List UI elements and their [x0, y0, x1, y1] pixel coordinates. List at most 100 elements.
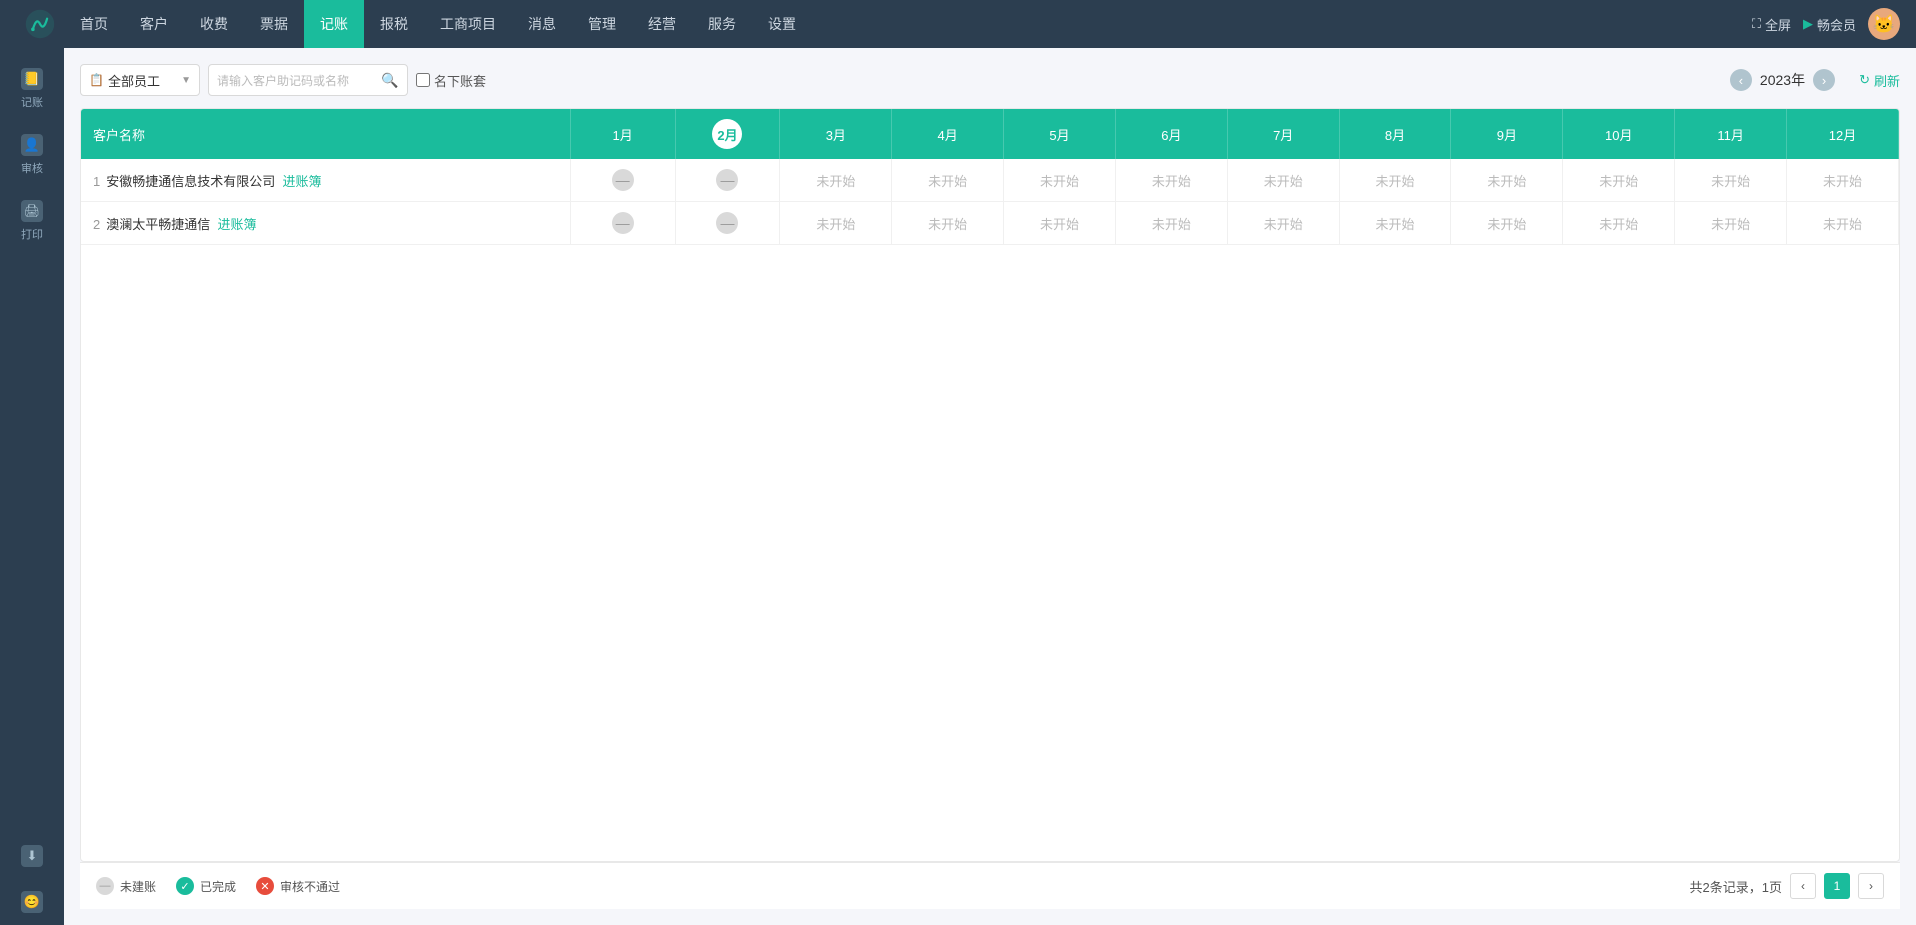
vip-icon: ▶ — [1803, 16, 1813, 32]
status-not-started: 未开始 — [1264, 174, 1303, 189]
nav-item-home[interactable]: 首页 — [64, 0, 124, 48]
row-2-month-5: 未开始 — [1004, 202, 1116, 245]
status-not-started: 未开始 — [1487, 217, 1526, 232]
col-customer: 客户名称 — [81, 109, 570, 159]
row-num: 1 — [93, 174, 100, 189]
nav-item-invoice[interactable]: 票据 — [244, 0, 304, 48]
col-month-9: 9月 — [1451, 109, 1563, 159]
support-icon: 😊 — [21, 891, 43, 913]
nav-item-service[interactable]: 服务 — [692, 0, 752, 48]
my-accounts-checkbox[interactable] — [416, 73, 430, 87]
nav-item-operation[interactable]: 经营 — [632, 0, 692, 48]
nav-item-billing[interactable]: 收费 — [184, 0, 244, 48]
vip-button[interactable]: ▶ 畅会员 — [1803, 15, 1856, 34]
footer-bar: — 未建账 ✓ 已完成 ✕ 审核不通过 共2条记录，1页 ‹ 1 › — [80, 862, 1900, 909]
content-area: 📋 全部员工 ▼ 🔍 名下账套 ‹ 2023年 › ↻ 刷新 — [64, 48, 1916, 925]
print-icon: 🖨 — [21, 200, 43, 222]
col-month-12: 12月 — [1787, 109, 1899, 159]
status-not-started: 未开始 — [1711, 174, 1750, 189]
sidebar-item-download[interactable]: ⬇ — [4, 835, 60, 877]
nav-item-message[interactable]: 消息 — [512, 0, 572, 48]
row-2-month-8: 未开始 — [1339, 202, 1451, 245]
refresh-button[interactable]: ↻ 刷新 — [1859, 71, 1900, 90]
completed-dot: ✓ — [176, 877, 194, 895]
page-next-button[interactable]: › — [1858, 873, 1884, 899]
footer-pagination: 共2条记录，1页 ‹ 1 › — [1690, 873, 1884, 899]
row-1-month-3: 未开始 — [780, 159, 892, 202]
page-prev-button[interactable]: ‹ — [1790, 873, 1816, 899]
year-next-button[interactable]: › — [1813, 69, 1835, 91]
filter-bar: 📋 全部员工 ▼ 🔍 名下账套 ‹ 2023年 › ↻ 刷新 — [80, 64, 1900, 96]
employee-filter-label: 全部员工 — [108, 71, 177, 90]
page-1-button[interactable]: 1 — [1824, 873, 1850, 899]
nav-item-business[interactable]: 工商项目 — [424, 0, 512, 48]
enter-ledger-link[interactable]: 进账簿 — [282, 174, 321, 189]
row-2-month-12: 未开始 — [1787, 202, 1899, 245]
status-not-started: 未开始 — [1152, 217, 1191, 232]
data-table: 客户名称1月2月3月4月5月6月7月8月9月10月11月12月 1安徽畅捷通信息… — [80, 108, 1900, 862]
status-not-started: 未开始 — [1487, 174, 1526, 189]
row-2-customer: 2澳澜太平畅捷通信 进账簿 — [81, 202, 570, 245]
legend-not-built: — 未建账 — [96, 877, 156, 895]
status-not-started: 未开始 — [1823, 174, 1862, 189]
row-1-customer: 1安徽畅捷通信息技术有限公司 进账簿 — [81, 159, 570, 202]
col-month-1: 1月 — [570, 109, 675, 159]
sidebar-print-label: 打印 — [21, 226, 43, 242]
audit-icon: 👤 — [21, 134, 43, 156]
row-2-month-3: 未开始 — [780, 202, 892, 245]
row-2-month-11: 未开始 — [1675, 202, 1787, 245]
row-1-month-1: — — [570, 159, 675, 202]
my-accounts-checkbox-wrap[interactable]: 名下账套 — [416, 71, 486, 90]
row-2-month-4: 未开始 — [892, 202, 1004, 245]
sidebar-audit-label: 审核 — [21, 160, 43, 176]
row-2-month-6: 未开始 — [1115, 202, 1227, 245]
search-button[interactable]: 🔍 — [381, 72, 398, 89]
sidebar-item-audit[interactable]: 👤 审核 — [4, 124, 60, 186]
nav-item-bookkeeping[interactable]: 记账 — [304, 0, 364, 48]
nav-item-tax[interactable]: 报税 — [364, 0, 424, 48]
status-not-started: 未开始 — [816, 174, 855, 189]
status-not-started: 未开始 — [1040, 174, 1079, 189]
table-row: 1安徽畅捷通信息技术有限公司 进账簿 — — 未开始 未开始 未开始 未开始 未开始 未开始 未开… — [81, 159, 1899, 202]
status-dash-icon: — — [612, 212, 634, 234]
fullscreen-label: 全屏 — [1765, 15, 1791, 34]
status-dash-icon: — — [716, 212, 738, 234]
status-not-started: 未开始 — [1376, 174, 1415, 189]
row-1-month-2: — — [675, 159, 780, 202]
active-month-badge: 2月 — [712, 119, 742, 149]
nav-item-manage[interactable]: 管理 — [572, 0, 632, 48]
employee-filter[interactable]: 📋 全部员工 ▼ — [80, 64, 200, 96]
nav-item-customer[interactable]: 客户 — [124, 0, 184, 48]
row-1-month-6: 未开始 — [1115, 159, 1227, 202]
row-2-month-2: — — [675, 202, 780, 245]
employee-filter-icon: 📋 — [89, 73, 104, 87]
top-navigation: 首页客户收费票据记账报税工商项目消息管理经营服务设置 ⛶ 全屏 ▶ 畅会员 🐱 — [0, 0, 1916, 48]
sidebar-bookkeeping-label: 记账 — [21, 94, 43, 110]
enter-ledger-link[interactable]: 进账簿 — [217, 217, 256, 232]
employee-filter-arrow: ▼ — [181, 75, 191, 86]
refresh-icon: ↻ — [1859, 72, 1870, 88]
row-num: 2 — [93, 217, 100, 232]
status-not-started: 未开始 — [1264, 217, 1303, 232]
fullscreen-button[interactable]: ⛶ 全屏 — [1752, 15, 1791, 34]
status-dash-icon: — — [716, 169, 738, 191]
user-avatar[interactable]: 🐱 — [1868, 8, 1900, 40]
sidebar-item-bookkeeping[interactable]: 📒 记账 — [4, 58, 60, 120]
app-logo[interactable] — [16, 0, 64, 48]
row-1-month-10: 未开始 — [1563, 159, 1675, 202]
status-not-started: 未开始 — [1711, 217, 1750, 232]
not-built-dot: — — [96, 877, 114, 895]
col-month-8: 8月 — [1339, 109, 1451, 159]
status-dash-icon: — — [612, 169, 634, 191]
status-not-started: 未开始 — [928, 174, 967, 189]
search-input[interactable] — [217, 73, 377, 88]
nav-menu: 首页客户收费票据记账报税工商项目消息管理经营服务设置 — [64, 0, 1752, 48]
status-not-started: 未开始 — [1152, 174, 1191, 189]
sidebar-item-print[interactable]: 🖨 打印 — [4, 190, 60, 252]
year-prev-button[interactable]: ‹ — [1730, 69, 1752, 91]
nav-item-settings[interactable]: 设置 — [752, 0, 812, 48]
table-row: 2澳澜太平畅捷通信 进账簿 — — 未开始 未开始 未开始 未开始 未开始 未开始 未开始 未开始 未… — [81, 202, 1899, 245]
completed-label: 已完成 — [200, 878, 236, 895]
status-not-started: 未开始 — [928, 217, 967, 232]
sidebar-item-support[interactable]: 😊 — [4, 881, 60, 923]
